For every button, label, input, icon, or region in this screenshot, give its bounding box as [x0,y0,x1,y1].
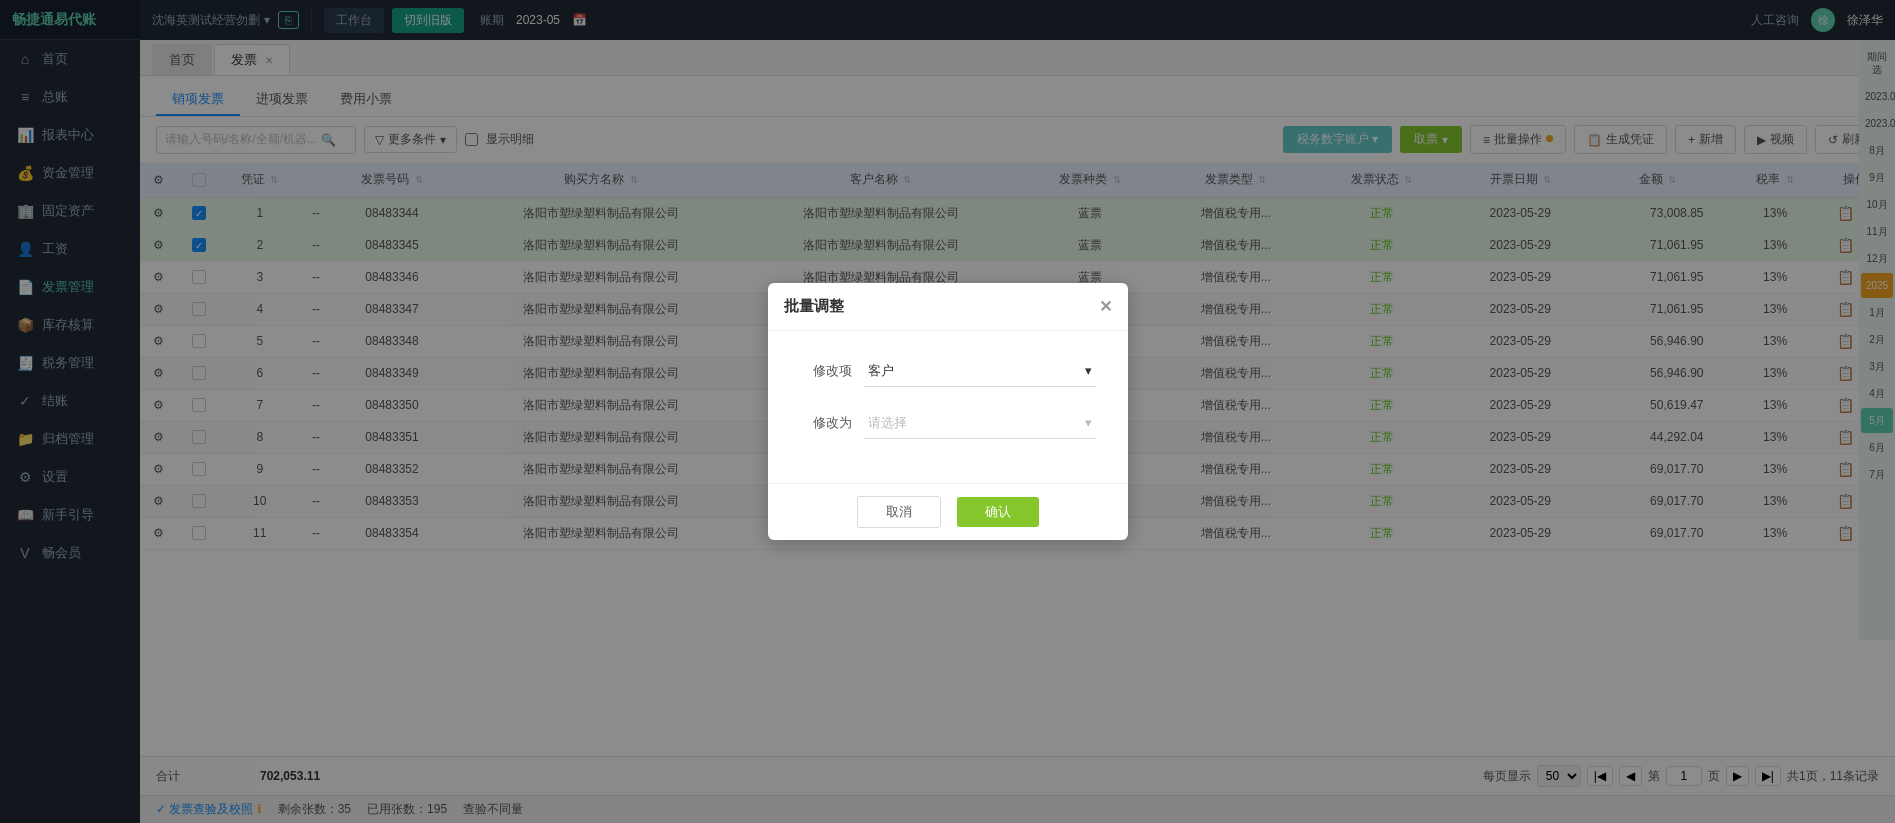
modal-field-value: 客户 [868,362,894,380]
modal-cancel-button[interactable]: 取消 [857,496,941,528]
modal-body: 修改项 客户 ▾ 修改为 请选择 ▾ [768,331,1128,483]
modal-footer: 取消 确认 [768,483,1128,540]
field-dropdown-icon: ▾ [1085,363,1092,378]
modal-value-row: 修改为 请选择 ▾ [800,407,1096,439]
value-dropdown-icon: ▾ [1085,415,1092,430]
modal-close-icon[interactable]: ✕ [1099,297,1112,316]
modal-title: 批量调整 [784,297,844,316]
modal-value-label: 修改为 [800,414,852,432]
modal-value-placeholder: 请选择 [868,414,907,432]
modal-header: 批量调整 ✕ [768,283,1128,331]
modal-overlay[interactable]: 批量调整 ✕ 修改项 客户 ▾ 修改为 请选择 ▾ 取消 确认 [0,0,1895,823]
modal-field-select[interactable]: 客户 ▾ [864,355,1096,387]
modal-field-label: 修改项 [800,362,852,380]
modal-field-row: 修改项 客户 ▾ [800,355,1096,387]
modal-value-select[interactable]: 请选择 ▾ [864,407,1096,439]
modal-confirm-button[interactable]: 确认 [957,497,1039,527]
batch-adjust-modal: 批量调整 ✕ 修改项 客户 ▾ 修改为 请选择 ▾ 取消 确认 [768,283,1128,540]
